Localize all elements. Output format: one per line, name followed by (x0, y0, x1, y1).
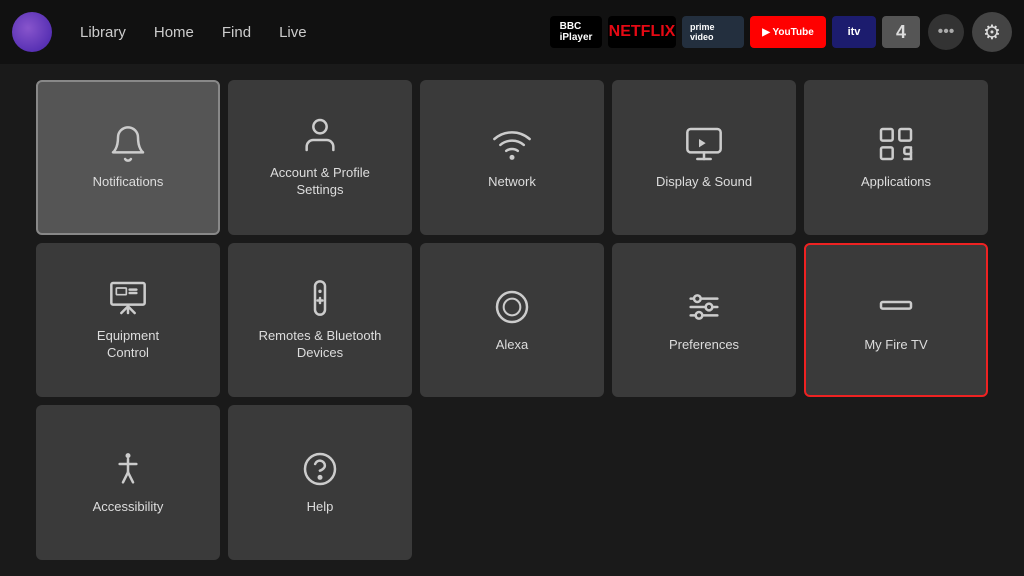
tile-network-label: Network (488, 174, 536, 191)
more-button[interactable]: ••• (928, 14, 964, 50)
top-nav: Library Home Find Live BBCiPlayer NETFLI… (0, 0, 1024, 64)
settings-grid: Notifications Account & ProfileSettings … (0, 64, 1024, 576)
app-itv[interactable]: itv (832, 16, 876, 48)
tile-help[interactable]: Help (228, 405, 412, 560)
tile-accessibility[interactable]: Accessibility (36, 405, 220, 560)
tile-applications-label: Applications (861, 174, 931, 191)
tile-applications[interactable]: Applications (804, 80, 988, 235)
tile-remotes-label: Remotes & BluetoothDevices (259, 328, 382, 362)
apps-icon (876, 124, 916, 164)
tile-alexa[interactable]: Alexa (420, 243, 604, 398)
tile-network[interactable]: Network (420, 80, 604, 235)
nav-live[interactable]: Live (267, 18, 319, 47)
tile-preferences[interactable]: Preferences (612, 243, 796, 398)
wifi-icon (492, 124, 532, 164)
avatar[interactable] (12, 12, 52, 52)
sliders-icon (684, 287, 724, 327)
tile-preferences-label: Preferences (669, 337, 739, 354)
app-ch4[interactable]: 4 (882, 16, 920, 48)
tile-remotes[interactable]: Remotes & BluetoothDevices (228, 243, 412, 398)
tile-my-fire-tv[interactable]: My Fire TV (804, 243, 988, 398)
nav-home[interactable]: Home (142, 18, 206, 47)
tile-equipment[interactable]: EquipmentControl (36, 243, 220, 398)
alexa-icon (492, 287, 532, 327)
tile-my-fire-tv-label: My Fire TV (864, 337, 927, 354)
nav-links: Library Home Find Live (68, 18, 319, 47)
nav-apps: BBCiPlayer NETFLIX prime video ▶ YouTube… (550, 16, 920, 48)
firetv-icon (876, 287, 916, 327)
accessibility-icon (108, 449, 148, 489)
tile-notifications-label: Notifications (93, 174, 164, 191)
tile-display-sound[interactable]: Display & Sound (612, 80, 796, 235)
help-icon (300, 449, 340, 489)
tile-help-label: Help (307, 499, 334, 516)
settings-button[interactable]: ⚙ (972, 12, 1012, 52)
nav-find[interactable]: Find (210, 18, 263, 47)
tile-alexa-label: Alexa (496, 337, 529, 354)
tile-display-sound-label: Display & Sound (656, 174, 752, 191)
app-bbc[interactable]: BBCiPlayer (550, 16, 602, 48)
remote-icon (300, 278, 340, 318)
tile-account[interactable]: Account & ProfileSettings (228, 80, 412, 235)
tile-accessibility-label: Accessibility (93, 499, 164, 516)
tile-account-label: Account & ProfileSettings (270, 165, 370, 199)
app-netflix[interactable]: NETFLIX (608, 16, 676, 48)
tile-equipment-label: EquipmentControl (97, 328, 159, 362)
bell-icon (108, 124, 148, 164)
app-prime[interactable]: prime video (682, 16, 744, 48)
monitor-icon (108, 278, 148, 318)
app-youtube[interactable]: ▶ YouTube (750, 16, 826, 48)
tile-notifications[interactable]: Notifications (36, 80, 220, 235)
person-icon (300, 115, 340, 155)
nav-library[interactable]: Library (68, 18, 138, 47)
display-icon (684, 124, 724, 164)
